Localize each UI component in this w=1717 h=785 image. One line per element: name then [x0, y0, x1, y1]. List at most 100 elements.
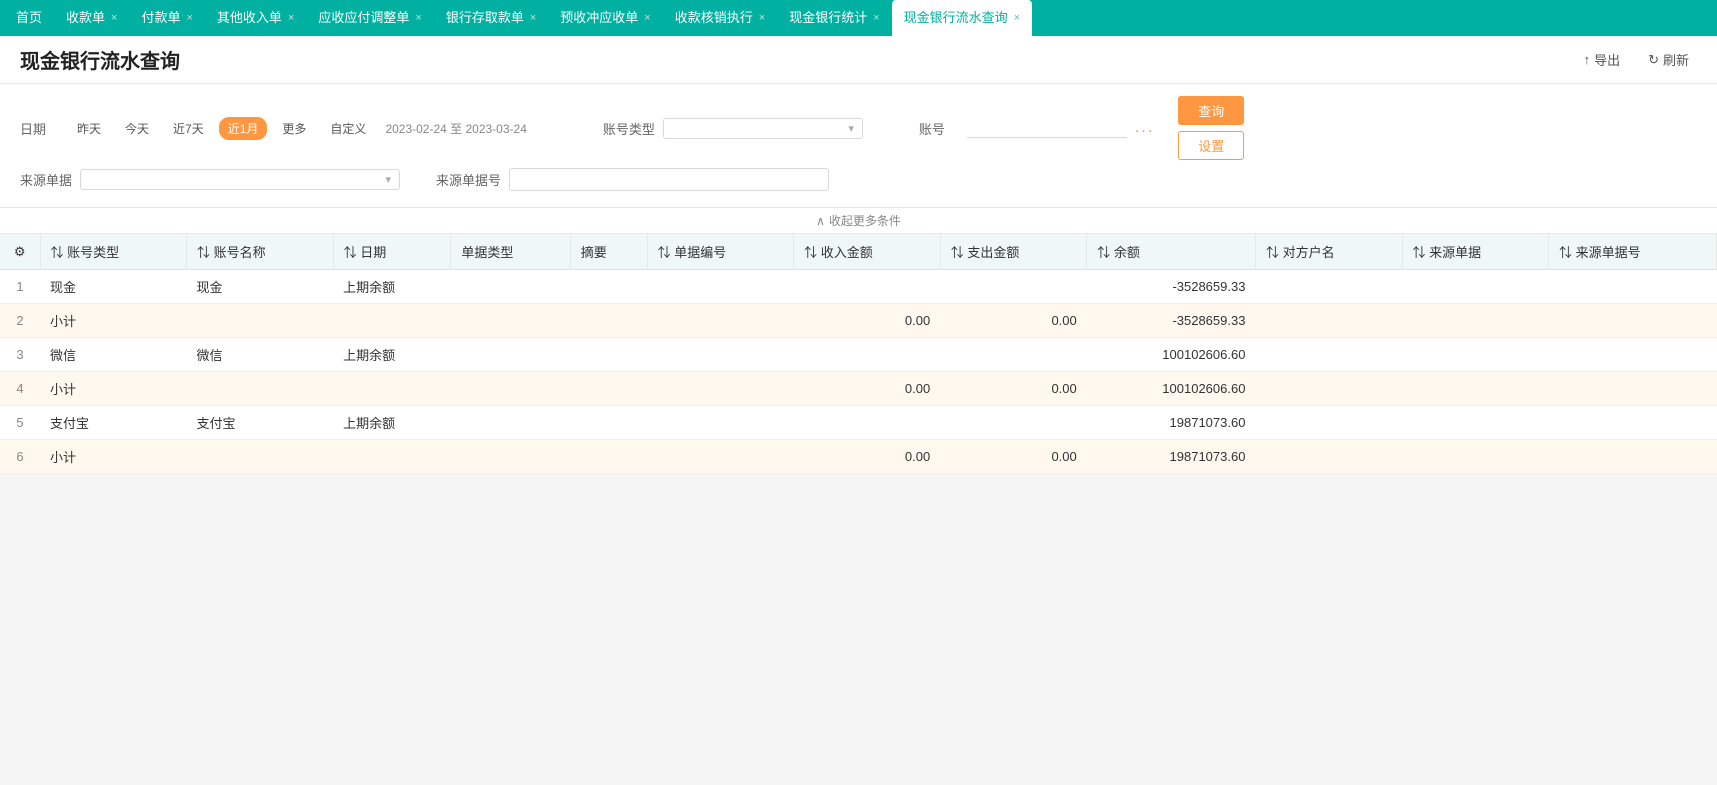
nav-other-income[interactable]: 其他收入单 × — [205, 0, 306, 36]
col-income-label: ⇅ 收入金额 — [804, 245, 873, 260]
account-no-section: 账号 ... — [919, 118, 1154, 138]
cell-source_doc — [1402, 338, 1549, 372]
nav-cash-bank-flow-close[interactable]: × — [1014, 0, 1020, 36]
source-doc-no-label: 来源单据号 — [436, 170, 501, 189]
cell-account_type: 小计 — [40, 372, 187, 406]
table-row: 6小计0.000.0019871073.60 — [0, 440, 1717, 474]
table-row: 5支付宝支付宝上期余额19871073.60 — [0, 406, 1717, 440]
nav-ar-ap-close[interactable]: × — [415, 0, 421, 36]
cell-counterpart — [1255, 304, 1402, 338]
table-settings-col[interactable]: ⚙ — [0, 234, 40, 270]
nav-cash-bank-stat[interactable]: 现金银行统计 × — [777, 0, 891, 36]
cell-balance: -3528659.33 — [1087, 270, 1256, 304]
col-doc-no[interactable]: ⇅ 单据编号 — [647, 234, 794, 270]
nav-receipt[interactable]: 收款单 × — [54, 0, 129, 36]
nav-receipt-close[interactable]: × — [111, 0, 117, 36]
nav-payment-close[interactable]: × — [186, 0, 192, 36]
data-table: ⚙ ⇅ 账号类型 ⇅ 账号名称 ⇅ 日期 单据类型 摘要 ⇅ 单 — [0, 234, 1717, 474]
nav-advance-offset[interactable]: 预收冲应收单 × — [548, 0, 662, 36]
table-body: 1现金现金上期余额-3528659.332小计0.000.00-3528659.… — [0, 270, 1717, 474]
date-custom[interactable]: 自定义 — [321, 117, 375, 140]
cell-idx: 2 — [0, 304, 40, 338]
nav-ar-ap-label: 应收应付调整单 — [318, 0, 409, 36]
nav-bank-deposit-close[interactable]: × — [530, 0, 536, 36]
settings-button[interactable]: 设置 — [1178, 131, 1244, 160]
col-summary-label: 摘要 — [581, 245, 607, 260]
col-balance[interactable]: ⇅ 余额 — [1087, 234, 1256, 270]
cell-expense — [940, 406, 1087, 440]
nav-collection-exec[interactable]: 收款核销执行 × — [663, 0, 777, 36]
col-income[interactable]: ⇅ 收入金额 — [794, 234, 941, 270]
cell-date: 上期余额 — [333, 338, 451, 372]
cell-doc_type — [451, 440, 570, 474]
cell-account_type: 现金 — [40, 270, 187, 304]
cell-account_name — [187, 372, 334, 406]
nav-collection-exec-label: 收款核销执行 — [675, 0, 753, 36]
cell-account_name: 现金 — [187, 270, 334, 304]
col-date-label: ⇅ 日期 — [344, 245, 387, 260]
date-label: 日期 — [20, 119, 60, 138]
col-source-doc-no-label: ⇅ 来源单据号 — [1559, 245, 1641, 260]
filter-row-date: 日期 昨天 今天 近7天 近1月 更多 自定义 2023-02-24 至 202… — [20, 96, 1697, 160]
nav-advance-offset-close[interactable]: × — [644, 0, 650, 36]
nav-cash-bank-flow[interactable]: 现金银行流水查询 × — [892, 0, 1032, 36]
date-1month[interactable]: 近1月 — [219, 117, 268, 140]
cell-doc_no — [647, 406, 794, 440]
nav-ar-ap-adjust[interactable]: 应收应付调整单 × — [306, 0, 433, 36]
account-no-label: 账号 — [919, 119, 959, 138]
col-expense[interactable]: ⇅ 支出金额 — [940, 234, 1087, 270]
source-doc-no-section: 来源单据号 — [436, 168, 829, 191]
cell-doc_no — [647, 440, 794, 474]
date-7days[interactable]: 近7天 — [164, 117, 213, 140]
cell-date: 上期余额 — [333, 406, 451, 440]
cell-summary — [570, 304, 647, 338]
cell-source_doc — [1402, 372, 1549, 406]
col-doc-no-label: ⇅ 单据编号 — [658, 245, 727, 260]
account-type-select[interactable]: ▾ — [663, 118, 863, 139]
table-row: 4小计0.000.00100102606.60 — [0, 372, 1717, 406]
query-button[interactable]: 查询 — [1178, 96, 1244, 125]
nav-other-income-close[interactable]: × — [288, 0, 294, 36]
cell-doc_type — [451, 372, 570, 406]
refresh-button[interactable]: ↻ 刷新 — [1640, 46, 1697, 73]
date-more[interactable]: 更多 — [273, 117, 315, 140]
collapse-bar[interactable]: ∧ 收起更多条件 — [0, 208, 1717, 234]
cell-doc_no — [647, 338, 794, 372]
nav-collection-exec-close[interactable]: × — [759, 0, 765, 36]
col-account-type[interactable]: ⇅ 账号类型 — [40, 234, 187, 270]
nav-advance-offset-label: 预收冲应收单 — [560, 0, 638, 36]
col-source-doc-no[interactable]: ⇅ 来源单据号 — [1549, 234, 1717, 270]
cell-expense — [940, 338, 1087, 372]
col-source-doc[interactable]: ⇅ 来源单据 — [1402, 234, 1549, 270]
account-type-arrow-icon: ▾ — [848, 122, 854, 135]
gear-icon[interactable]: ⚙ — [14, 244, 26, 259]
date-range-display: 2023-02-24 至 2023-03-24 — [385, 120, 526, 137]
col-account-type-label: ⇅ 账号类型 — [51, 245, 120, 260]
cell-balance: 100102606.60 — [1087, 372, 1256, 406]
cell-date: 上期余额 — [333, 270, 451, 304]
cell-balance: 100102606.60 — [1087, 338, 1256, 372]
export-icon: ↑ — [1584, 52, 1591, 67]
source-doc-no-input[interactable] — [509, 168, 829, 191]
account-no-input[interactable] — [967, 118, 1127, 138]
cell-doc_type — [451, 338, 570, 372]
nav-home[interactable]: 首页 — [4, 0, 54, 36]
cell-account_name: 微信 — [187, 338, 334, 372]
col-counterpart[interactable]: ⇅ 对方户名 — [1255, 234, 1402, 270]
nav-bank-deposit[interactable]: 银行存取款单 × — [434, 0, 548, 36]
date-today[interactable]: 今天 — [116, 117, 158, 140]
cell-source_doc — [1402, 304, 1549, 338]
col-account-name[interactable]: ⇅ 账号名称 — [187, 234, 334, 270]
cell-date — [333, 440, 451, 474]
header-actions: ↑ 导出 ↻ 刷新 — [1576, 46, 1697, 73]
source-doc-arrow-icon: ▾ — [385, 173, 391, 186]
col-date[interactable]: ⇅ 日期 — [333, 234, 451, 270]
export-button[interactable]: ↑ 导出 — [1576, 46, 1629, 73]
account-no-ellipsis-button[interactable]: ... — [1135, 119, 1154, 137]
col-balance-label: ⇅ 余额 — [1097, 245, 1140, 260]
date-yesterday[interactable]: 昨天 — [68, 117, 110, 140]
cell-doc_no — [647, 372, 794, 406]
source-doc-select[interactable]: ▾ — [80, 169, 400, 190]
nav-payment[interactable]: 付款单 × — [129, 0, 204, 36]
nav-cash-bank-stat-close[interactable]: × — [873, 0, 879, 36]
